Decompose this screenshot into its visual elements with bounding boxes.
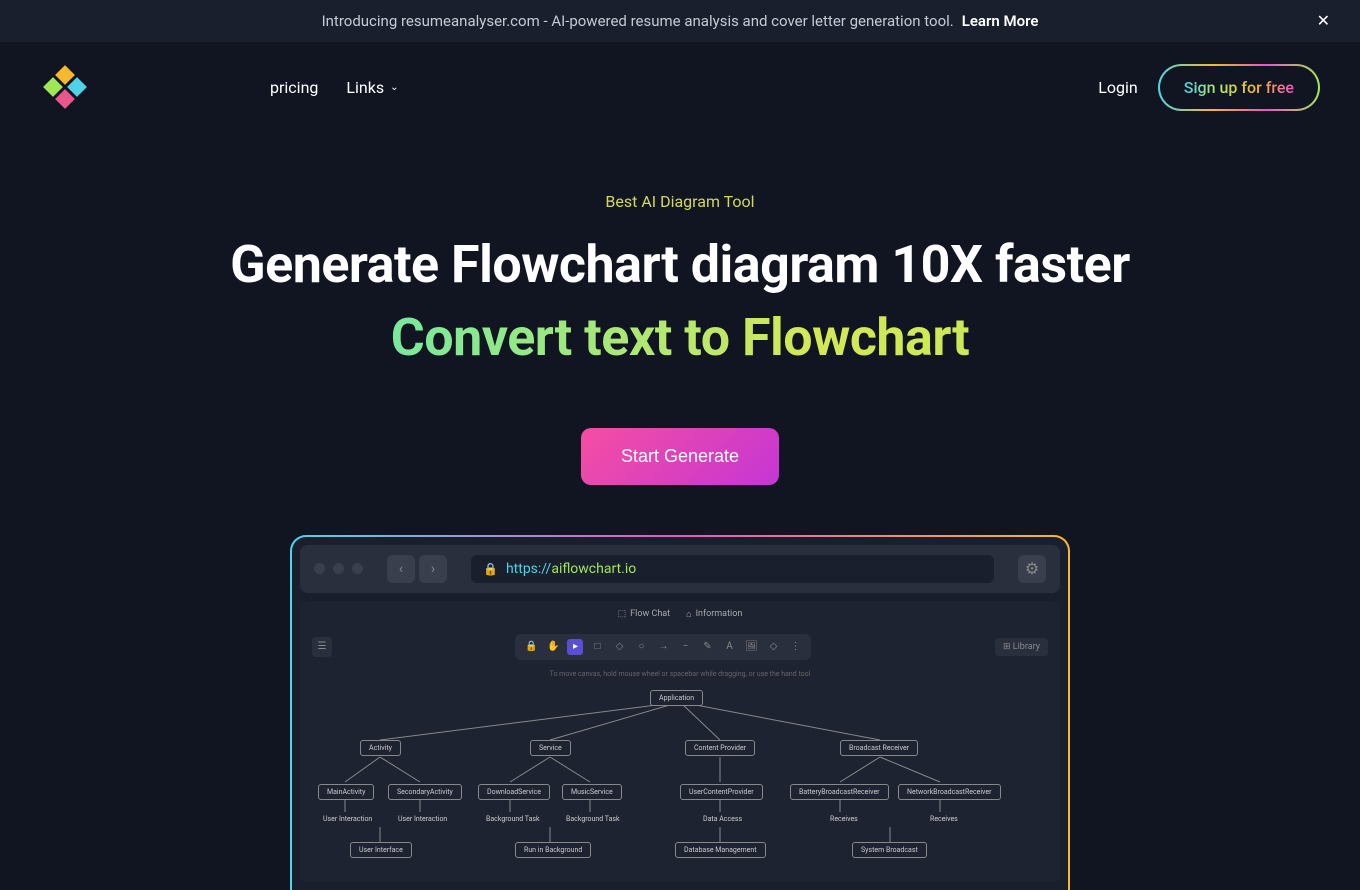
close-announcement-button[interactable]: ✕ bbox=[1317, 11, 1330, 31]
chevron-down-icon: ⌄ bbox=[390, 82, 398, 93]
pointer-tool[interactable]: ▸ bbox=[567, 639, 583, 655]
flow-node[interactable]: Service bbox=[530, 740, 571, 756]
flow-text: User Interaction bbox=[390, 812, 455, 826]
browser-settings-button[interactable]: ⚙ bbox=[1018, 555, 1046, 583]
screenshot-container: ‹ › 🔒 https://aiflowchart.io ⚙ ⬚ bbox=[290, 535, 1070, 890]
flow-text: Receives bbox=[922, 812, 966, 826]
forward-button[interactable]: › bbox=[419, 555, 447, 583]
library-button[interactable]: ⊞ Library bbox=[995, 638, 1048, 656]
announcement-bar: Introducing resumeanalyser.com - AI-powe… bbox=[0, 0, 1360, 42]
flow-node[interactable]: User Interface bbox=[350, 842, 412, 858]
flow-text: Background Task bbox=[478, 812, 548, 826]
dot-icon bbox=[352, 563, 363, 574]
navbar: pricing Links ⌄ Login Sign up for free bbox=[0, 42, 1360, 132]
tab-label: Information bbox=[696, 609, 743, 619]
app-toolbar: ☰ 🔒 ✋ ▸ □ ◇ ○ → − ✎ A 🖼 ◇ bbox=[300, 628, 1060, 666]
hand-tool[interactable]: ✋ bbox=[545, 639, 561, 655]
flow-node[interactable]: Run in Background bbox=[515, 842, 591, 858]
flow-node[interactable]: System Broadcast bbox=[852, 842, 927, 858]
rect-tool[interactable]: □ bbox=[589, 639, 605, 655]
url-path: aiflowchart.io bbox=[551, 561, 636, 577]
app-content: ⬚ Flow Chat ⌂ Information ☰ 🔒 ✋ bbox=[300, 601, 1060, 882]
tool-palette: 🔒 ✋ ▸ □ ◇ ○ → − ✎ A 🖼 ◇ ⋮ bbox=[515, 634, 811, 660]
hero-title: Generate Flowchart diagram 10X faster bbox=[0, 235, 1360, 295]
diamond-tool[interactable]: ◇ bbox=[611, 639, 627, 655]
tab-label: Flow Chat bbox=[630, 609, 670, 619]
flow-node[interactable]: DownloadService bbox=[478, 784, 550, 800]
dot-icon bbox=[333, 563, 344, 574]
flow-text: Data Access bbox=[695, 812, 750, 826]
tab-information[interactable]: ⌂ Information bbox=[686, 609, 742, 620]
flow-text: Background Task bbox=[558, 812, 628, 826]
flow-node[interactable]: Content Provider bbox=[685, 740, 755, 756]
flow-node[interactable]: Activity bbox=[360, 740, 401, 756]
line-tool[interactable]: − bbox=[677, 639, 693, 655]
flow-text: User Interaction bbox=[315, 812, 380, 826]
flow-node[interactable]: Broadcast Receiver bbox=[840, 740, 918, 756]
dot-icon bbox=[314, 563, 325, 574]
more-tool[interactable]: ⋮ bbox=[787, 639, 803, 655]
url-bar[interactable]: 🔒 https://aiflowchart.io bbox=[471, 555, 994, 583]
url-protocol: https:// bbox=[506, 561, 551, 577]
menu-button[interactable]: ☰ bbox=[312, 637, 332, 657]
info-icon: ⌂ bbox=[686, 609, 691, 620]
hero-section: Best AI Diagram Tool Generate Flowchart … bbox=[0, 132, 1360, 890]
signup-label: Sign up for free bbox=[1184, 78, 1294, 97]
flow-node[interactable]: Application bbox=[650, 690, 703, 706]
learn-more-link[interactable]: Learn More bbox=[962, 12, 1039, 30]
nav-right: Login Sign up for free bbox=[1098, 64, 1320, 111]
hero-gradient-title: Convert text to Flowchart bbox=[0, 307, 1360, 368]
hero-subtitle: Best AI Diagram Tool bbox=[0, 192, 1360, 211]
lock-tool[interactable]: 🔒 bbox=[523, 639, 539, 655]
flow-text: Receives bbox=[822, 812, 866, 826]
flow-node[interactable]: SecondaryActivity bbox=[388, 784, 462, 800]
signup-button[interactable]: Sign up for free bbox=[1158, 64, 1320, 111]
login-link[interactable]: Login bbox=[1098, 78, 1137, 97]
logo-icon bbox=[40, 62, 90, 112]
flow-node[interactable]: NetworkBroadcastReceiver bbox=[898, 784, 1001, 800]
library-icon: ⊞ bbox=[1003, 642, 1013, 652]
back-button[interactable]: ‹ bbox=[387, 555, 415, 583]
screenshot: ‹ › 🔒 https://aiflowchart.io ⚙ ⬚ bbox=[292, 537, 1068, 890]
library-label: Library bbox=[1013, 642, 1040, 652]
start-generate-button[interactable]: Start Generate bbox=[581, 428, 779, 485]
diagram-canvas[interactable]: Application Activity Service Content Pro… bbox=[300, 682, 1060, 882]
menu-icon: ☰ bbox=[318, 641, 327, 652]
flow-icon: ⬚ bbox=[618, 609, 627, 619]
window-controls bbox=[314, 563, 363, 574]
flow-node[interactable]: Database Management bbox=[675, 842, 766, 858]
announcement-text: Introducing resumeanalyser.com - AI-powe… bbox=[322, 12, 954, 30]
settings-icon: ⚙ bbox=[1025, 559, 1039, 578]
logo[interactable] bbox=[40, 62, 90, 112]
nav-pricing[interactable]: pricing bbox=[270, 78, 318, 97]
flow-node[interactable]: MainActivity bbox=[318, 784, 374, 800]
arrow-tool[interactable]: → bbox=[655, 639, 671, 655]
flow-node[interactable]: UserContentProvider bbox=[680, 784, 763, 800]
tab-flow-chat[interactable]: ⬚ Flow Chat bbox=[618, 609, 670, 620]
canvas-hint: To move canvas, hold mouse wheel or spac… bbox=[300, 666, 1060, 682]
lock-icon: 🔒 bbox=[483, 562, 498, 576]
browser-bar: ‹ › 🔒 https://aiflowchart.io ⚙ bbox=[300, 545, 1060, 593]
browser-nav-arrows: ‹ › bbox=[387, 555, 447, 583]
circle-tool[interactable]: ○ bbox=[633, 639, 649, 655]
nav-links-dropdown[interactable]: Links ⌄ bbox=[346, 78, 398, 97]
flow-node[interactable]: BatteryBroadcastReceiver bbox=[790, 784, 889, 800]
app-tabs: ⬚ Flow Chat ⌂ Information bbox=[300, 601, 1060, 628]
nav-links: pricing Links ⌄ bbox=[270, 78, 399, 97]
image-tool[interactable]: 🖼 bbox=[743, 639, 759, 655]
text-tool[interactable]: A bbox=[721, 639, 737, 655]
flow-node[interactable]: MusicService bbox=[562, 784, 622, 800]
nav-links-label: Links bbox=[346, 78, 384, 97]
pen-tool[interactable]: ✎ bbox=[699, 639, 715, 655]
eraser-tool[interactable]: ◇ bbox=[765, 639, 781, 655]
